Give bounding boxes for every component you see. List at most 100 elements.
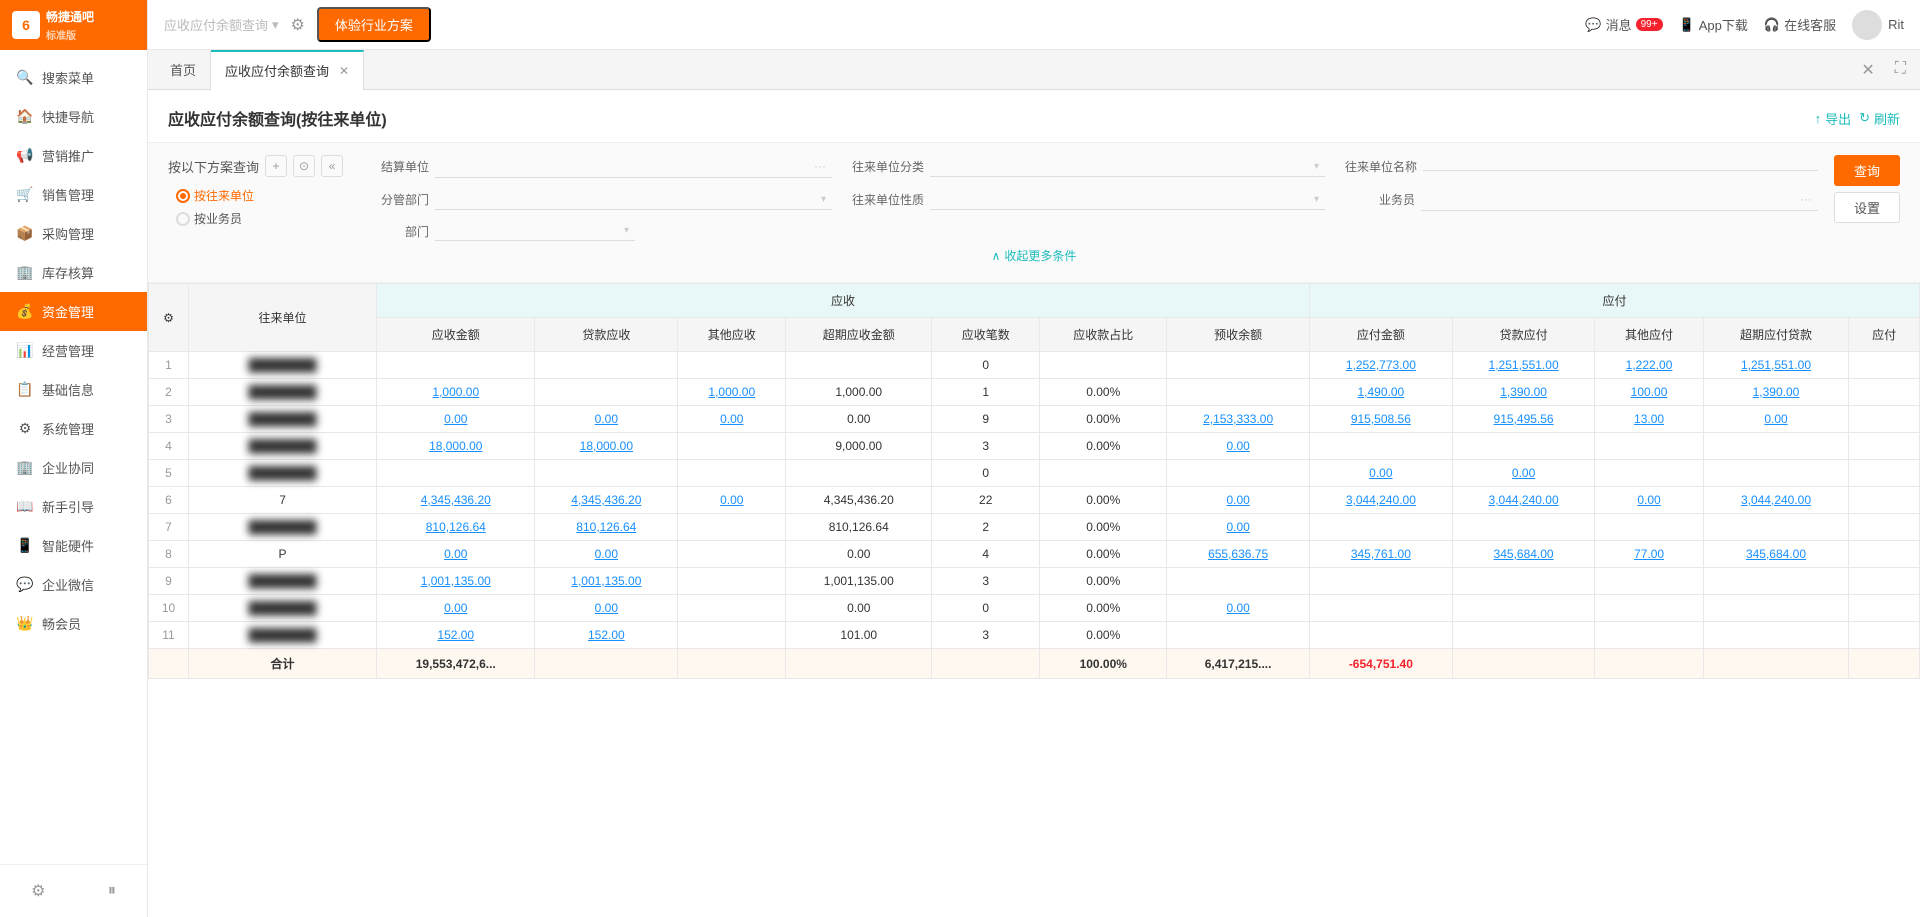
sidebar-item-basic[interactable]: 📋基础信息 xyxy=(0,370,147,409)
sidebar-item-system[interactable]: ⚙系统管理 xyxy=(0,409,147,448)
filter-wanglai-nature-input[interactable]: ▾ xyxy=(930,190,1325,210)
cell-link[interactable]: 810,126.64 xyxy=(576,520,636,534)
cell xyxy=(1595,433,1703,460)
message-btn[interactable]: 💬 消息 99+ xyxy=(1585,15,1662,34)
cell-link[interactable]: 1,390.00 xyxy=(1500,385,1547,399)
cell-link[interactable]: 152.00 xyxy=(437,628,474,642)
cell-link[interactable]: 0.00 xyxy=(1226,439,1249,453)
cell-link[interactable]: 0.00 xyxy=(595,412,618,426)
cell-link[interactable]: 915,495.56 xyxy=(1494,412,1554,426)
cell-link[interactable]: 152.00 xyxy=(588,628,625,642)
cell-link[interactable]: 1,251,551.00 xyxy=(1741,358,1811,372)
cell-link[interactable]: 345,684.00 xyxy=(1746,547,1806,561)
cell-link[interactable]: 0.00 xyxy=(1226,493,1249,507)
cell-link[interactable]: 100.00 xyxy=(1631,385,1668,399)
cell-link[interactable]: 0.00 xyxy=(444,601,467,615)
filter-scheme-label: 按以下方案查询 xyxy=(168,157,259,176)
filter-salesman-input[interactable]: ··· xyxy=(1421,188,1818,211)
tab-home[interactable]: 首页 xyxy=(156,50,211,90)
cell-link[interactable]: 13.00 xyxy=(1634,412,1664,426)
sidebar-item-wechat[interactable]: 💬企业微信 xyxy=(0,565,147,604)
sidebar-item-marketing[interactable]: 📢营销推广 xyxy=(0,136,147,175)
cell-link[interactable]: 1,000.00 xyxy=(432,385,479,399)
sidebar-item-quicknav[interactable]: 🏠快捷导航 xyxy=(0,97,147,136)
cell-link[interactable]: 0.00 xyxy=(1637,493,1660,507)
tab-arquery[interactable]: 应收应付余额查询 ✕ xyxy=(211,50,364,90)
cell-link[interactable]: 4,345,436.20 xyxy=(571,493,641,507)
export-button[interactable]: ↑ 导出 xyxy=(1815,109,1852,128)
cell-link[interactable]: 0.00 xyxy=(444,547,467,561)
cell-link[interactable]: 0.00 xyxy=(595,601,618,615)
table-settings-icon[interactable]: ⚙ xyxy=(163,311,174,325)
refresh-button[interactable]: ↻ 刷新 xyxy=(1859,109,1900,128)
cell-link[interactable]: 810,126.64 xyxy=(426,520,486,534)
cell-link[interactable]: 0.00 xyxy=(595,547,618,561)
cell-link[interactable]: 0.00 xyxy=(720,493,743,507)
sidebar-item-enterprise[interactable]: 🏢企业协同 xyxy=(0,448,147,487)
radio-by-unit[interactable]: 按往来单位 xyxy=(176,187,343,204)
filter-wanglai-name-input[interactable] xyxy=(1423,162,1818,171)
cell-link[interactable]: 3,044,240.00 xyxy=(1741,493,1811,507)
filter-jiesuan-input[interactable]: ··· xyxy=(435,155,832,178)
sidebar-item-purchase[interactable]: 📦采购管理 xyxy=(0,214,147,253)
cell-link[interactable]: 18,000.00 xyxy=(580,439,633,453)
filter-collapse-left-btn[interactable]: « xyxy=(321,155,343,177)
cell-link[interactable]: 3,044,240.00 xyxy=(1489,493,1559,507)
app-download-btn[interactable]: 📱 App下载 xyxy=(1679,15,1748,34)
tab-expand-icon[interactable]: ⛶ xyxy=(1889,58,1912,82)
filter-fenguan-input[interactable]: ▾ xyxy=(435,190,832,210)
promo-button[interactable]: 体验行业方案 xyxy=(317,7,431,42)
sidebar-item-search[interactable]: 🔍搜索菜单 xyxy=(0,58,147,97)
cell-link[interactable]: 0.00 xyxy=(1369,466,1392,480)
cell-link[interactable]: 0.00 xyxy=(1226,520,1249,534)
sidebar-item-operation[interactable]: 📊经营管理 xyxy=(0,331,147,370)
tabbar: 首页 应收应付余额查询 ✕ ✕ ⛶ xyxy=(148,50,1920,90)
cell-link[interactable]: 4,345,436.20 xyxy=(421,493,491,507)
cell-link[interactable]: 1,222.00 xyxy=(1626,358,1673,372)
topbar-dropdown-icon[interactable]: ▾ xyxy=(272,17,279,33)
filter-collapse-btn[interactable]: ∧ 收起更多条件 xyxy=(168,241,1900,270)
cell-link[interactable]: 915,508.56 xyxy=(1351,412,1411,426)
topbar-gear-icon[interactable]: ⚙ xyxy=(291,15,305,35)
cell-link[interactable]: 1,490.00 xyxy=(1357,385,1404,399)
cell-link[interactable]: 18,000.00 xyxy=(429,439,482,453)
cell-link[interactable]: 0.00 xyxy=(1226,601,1249,615)
cell-link[interactable]: 345,761.00 xyxy=(1351,547,1411,561)
service-btn[interactable]: 🎧 在线客服 xyxy=(1764,15,1836,34)
cell-link[interactable]: 1,001,135.00 xyxy=(421,574,491,588)
cell-link[interactable]: 345,684.00 xyxy=(1494,547,1554,561)
filter-setting-btn[interactable]: ⊙ xyxy=(293,155,315,177)
inventory-icon: 🏢 xyxy=(16,264,34,281)
cell-link[interactable]: 0.00 xyxy=(444,412,467,426)
radio-by-staff[interactable]: 按业务员 xyxy=(176,210,343,227)
col-settings[interactable]: ⚙ xyxy=(149,284,189,352)
cell-link[interactable]: 0.00 xyxy=(1764,412,1787,426)
cell-link[interactable]: 77.00 xyxy=(1634,547,1664,561)
cell-link[interactable]: 1,001,135.00 xyxy=(571,574,641,588)
sidebar-item-hardware[interactable]: 📱智能硬件 xyxy=(0,526,147,565)
sidebar-item-finance[interactable]: 💰资金管理 xyxy=(0,292,147,331)
sidebar-collapse-icon[interactable]: ⏸ xyxy=(100,878,124,904)
cell-link[interactable]: 1,252,773.00 xyxy=(1346,358,1416,372)
tab-close-icon[interactable]: ✕ xyxy=(339,64,349,78)
sidebar-item-guide[interactable]: 📖新手引导 xyxy=(0,487,147,526)
query-button[interactable]: 查询 xyxy=(1834,155,1900,186)
filter-add-btn[interactable]: + xyxy=(265,155,287,177)
tab-close-window-icon[interactable]: ✕ xyxy=(1855,58,1880,82)
cell-link[interactable]: 0.00 xyxy=(1512,466,1535,480)
cell-link[interactable]: 0.00 xyxy=(720,412,743,426)
cell-link[interactable]: 1,251,551.00 xyxy=(1489,358,1559,372)
cell-link[interactable]: 1,000.00 xyxy=(708,385,755,399)
sidebar-item-sales[interactable]: 🛒销售管理 xyxy=(0,175,147,214)
cell-link[interactable]: 3,044,240.00 xyxy=(1346,493,1416,507)
sidebar-item-member[interactable]: 👑畅会员 xyxy=(0,604,147,643)
cell-link[interactable]: 2,153,333.00 xyxy=(1203,412,1273,426)
filter-wanglai-cat-input[interactable]: ▾ xyxy=(930,157,1325,177)
setting-button[interactable]: 设置 xyxy=(1834,192,1900,223)
cell xyxy=(1452,622,1595,649)
sidebar-settings-icon[interactable]: ⚙ xyxy=(23,877,53,905)
cell-link[interactable]: 1,390.00 xyxy=(1753,385,1800,399)
filter-dept-input[interactable]: ▾ xyxy=(435,221,635,241)
sidebar-item-inventory[interactable]: 🏢库存核算 xyxy=(0,253,147,292)
cell-link[interactable]: 655,636.75 xyxy=(1208,547,1268,561)
